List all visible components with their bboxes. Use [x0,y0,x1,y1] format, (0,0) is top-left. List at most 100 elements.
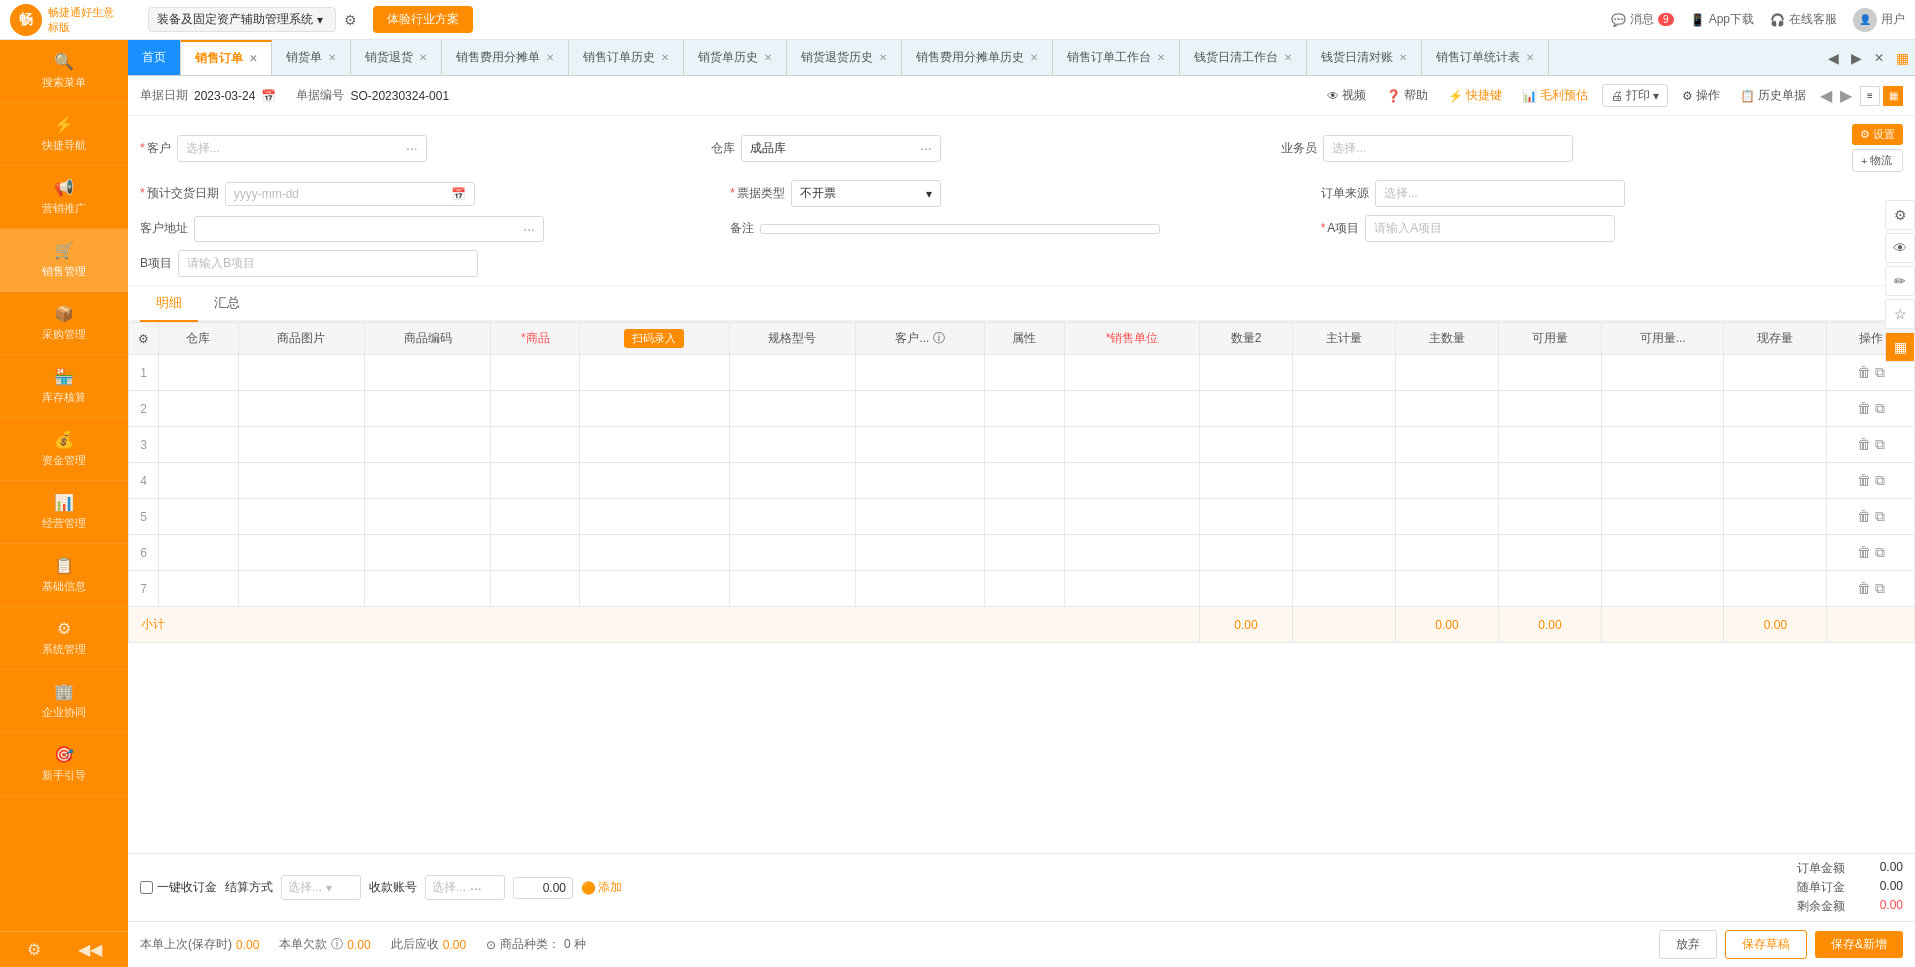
nav-tab-4[interactable]: 销售费用分摊单✕ [442,40,569,75]
copy-row-7[interactable]: ⧉ [1875,580,1885,597]
cell-6-2[interactable] [238,535,364,571]
cell-5-14[interactable] [1601,499,1723,535]
close-tab-10[interactable]: ✕ [1284,52,1292,63]
close-tab-9[interactable]: ✕ [1157,52,1165,63]
warehouse-input[interactable]: 成品库 ··· [741,135,941,162]
sidebar-item-enterprise[interactable]: 🏢企业协同 [0,670,128,733]
profit-action[interactable]: 📊 毛利预估 [1516,85,1594,106]
th-warehouse[interactable]: 仓库 [159,323,239,355]
app-download-button[interactable]: 📱 App下载 [1690,11,1754,28]
cell-7-7[interactable] [856,571,985,607]
cell-1-13[interactable] [1498,355,1601,391]
settings-bottom-icon[interactable]: ⚙ [27,940,41,959]
cell-1-1[interactable] [159,355,239,391]
save-draft-button[interactable]: 保存草稿 [1725,930,1807,959]
side-edit-btn[interactable]: ✏ [1885,266,1915,296]
cell-4-12[interactable] [1395,463,1498,499]
calendar-icon[interactable]: 📅 [261,89,276,103]
cell-6-8[interactable] [985,535,1065,571]
delivery-date-input[interactable]: yyyy-mm-dd 📅 [225,182,475,206]
cell-4-13[interactable] [1498,463,1601,499]
copy-row-4[interactable]: ⧉ [1875,472,1885,489]
cell-2-11[interactable] [1292,391,1395,427]
th-qty2[interactable]: 数量2 [1200,323,1293,355]
sidebar-item-guide[interactable]: 🎯新手引导 [0,733,128,796]
cell-3-14[interactable] [1601,427,1723,463]
cell-3-5[interactable] [580,427,730,463]
cell-2-4[interactable] [491,391,580,427]
cell-7-13[interactable] [1498,571,1601,607]
side-settings-btn[interactable]: ⚙ [1885,200,1915,230]
history-action[interactable]: 📋 历史单据 [1734,85,1812,106]
nav-tab-8[interactable]: 销售费用分摊单历史✕ [902,40,1053,75]
sidebar-item-marketing[interactable]: 📢营销推广 [0,166,128,229]
nav-tab-2[interactable]: 销货单✕ [272,40,351,75]
cell-4-3[interactable] [365,463,491,499]
cell-5-3[interactable] [365,499,491,535]
copy-row-6[interactable]: ⧉ [1875,544,1885,561]
cell-5-2[interactable] [238,499,364,535]
cell-3-3[interactable] [365,427,491,463]
cell-6-13[interactable] [1498,535,1601,571]
nav-tab-9[interactable]: 销售订单工作台✕ [1053,40,1180,75]
cell-6-5[interactable] [580,535,730,571]
cell-4-2[interactable] [238,463,364,499]
th-product-name[interactable]: *商品 [491,323,580,355]
cell-1-9[interactable] [1064,355,1199,391]
cell-6-9[interactable] [1064,535,1199,571]
cell-7-5[interactable] [580,571,730,607]
nav-next-arrow[interactable]: ▶ [1845,50,1868,66]
payment-method-select[interactable]: 选择... ▾ [281,875,361,900]
cell-6-12[interactable] [1395,535,1498,571]
cell-6-7[interactable] [856,535,985,571]
nav-tab-1[interactable]: 销售订单✕ [181,40,272,75]
th-unit[interactable]: *销售单位 [1064,323,1199,355]
salesperson-input[interactable]: 选择... [1323,135,1573,162]
cell-7-4[interactable] [491,571,580,607]
project-a-input[interactable]: 请输入A项目 [1365,215,1615,242]
print-action[interactable]: 🖨 打印 ▾ [1602,84,1668,107]
sidebar-item-inventory[interactable]: 🏪库存核算 [0,355,128,418]
cell-6-10[interactable] [1200,535,1293,571]
settings-panel-btn[interactable]: ⚙ 设置 [1852,124,1903,145]
th-spec[interactable]: 规格型号 [729,323,855,355]
copy-row-5[interactable]: ⧉ [1875,508,1885,525]
shortcut-action[interactable]: ⚡ 快捷键 [1442,85,1508,106]
sidebar-item-search[interactable]: 🔍搜索菜单 [0,40,128,103]
settings-icon[interactable]: ⚙ [344,12,357,28]
cell-7-1[interactable] [159,571,239,607]
one-click-check[interactable] [140,881,153,894]
save-new-button[interactable]: 保存&新增 [1815,931,1903,958]
cell-2-8[interactable] [985,391,1065,427]
cell-1-6[interactable] [729,355,855,391]
side-grid-btn[interactable]: ▦ [1885,332,1915,362]
cell-7-6[interactable] [729,571,855,607]
one-click-checkbox[interactable]: 一键收订金 [140,879,217,896]
industry-button[interactable]: 体验行业方案 [373,6,473,33]
cell-4-5[interactable] [580,463,730,499]
cell-2-6[interactable] [729,391,855,427]
cell-5-15[interactable] [1724,499,1827,535]
tab-summary[interactable]: 汇总 [198,286,256,322]
nav-tab-12[interactable]: 销售订单统计表✕ [1422,40,1549,75]
cell-2-1[interactable] [159,391,239,427]
nav-tab-0[interactable]: 首页 [128,40,181,75]
cell-2-13[interactable] [1498,391,1601,427]
cell-5-8[interactable] [985,499,1065,535]
user-menu[interactable]: 👤 用户 [1853,8,1905,32]
order-source-input[interactable]: 选择... [1375,180,1625,207]
cell-5-7[interactable] [856,499,985,535]
cell-3-15[interactable] [1724,427,1827,463]
sidebar-item-quick[interactable]: ⚡快捷导航 [0,103,128,166]
cell-7-11[interactable] [1292,571,1395,607]
close-tab-3[interactable]: ✕ [419,52,427,63]
sidebar-item-system[interactable]: ⚙系统管理 [0,607,128,670]
cell-1-2[interactable] [238,355,364,391]
add-button[interactable]: 🟠 添加 [581,879,622,896]
th-main-unit[interactable]: 主计量 [1292,323,1395,355]
cell-3-12[interactable] [1395,427,1498,463]
copy-row-3[interactable]: ⧉ [1875,436,1885,453]
th-customer-code[interactable]: 客户... ⓘ [856,323,985,355]
cell-2-12[interactable] [1395,391,1498,427]
cell-7-2[interactable] [238,571,364,607]
